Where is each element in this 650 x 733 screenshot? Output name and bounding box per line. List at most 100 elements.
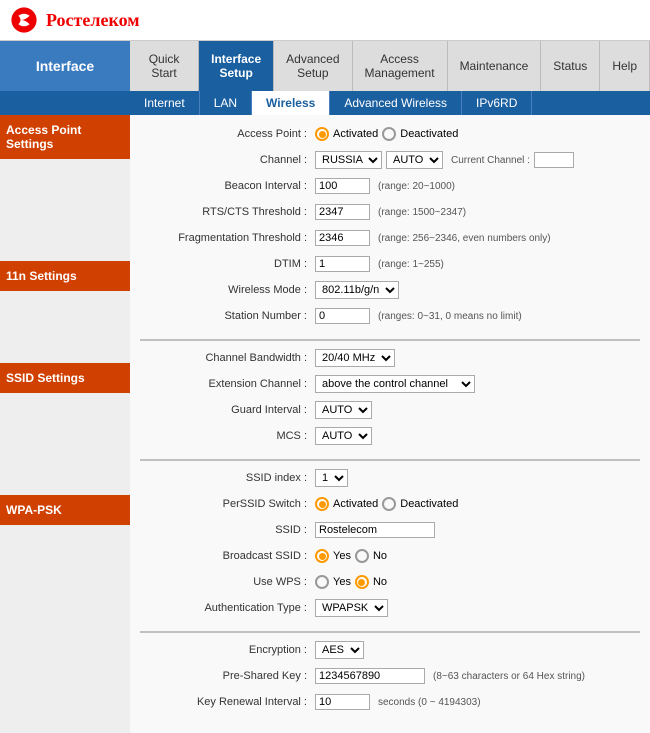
label-perssid-activated: Activated: [333, 498, 378, 510]
label-frag-threshold: Fragmentation Threshold :: [140, 232, 315, 244]
value-wireless-mode: 802.11b/g/n: [315, 281, 399, 299]
input-station-number[interactable]: [315, 308, 370, 324]
nav-quick-start[interactable]: Quick Start: [130, 41, 199, 91]
row-ssid-index: SSID index : 1: [140, 467, 640, 489]
label-wps-yes: Yes: [333, 576, 351, 588]
input-frag-threshold[interactable]: [315, 230, 370, 246]
label-key-renewal: Key Renewal Interval :: [140, 696, 315, 708]
label-perssid-switch: PerSSID Switch :: [140, 498, 315, 510]
top-nav: Interface Quick Start InterfaceSetup Adv…: [0, 41, 650, 91]
logo-icon: [10, 6, 38, 34]
label-ssid-index: SSID index :: [140, 472, 315, 484]
value-broadcast-ssid: Yes No: [315, 549, 387, 563]
11n-section: Channel Bandwidth : 20/40 MHz Extension …: [140, 347, 640, 447]
radio-broadcast-yes-btn[interactable]: [315, 549, 329, 563]
select-channel-country[interactable]: RUSSIA: [315, 151, 382, 169]
wpa-psk-section: Encryption : AES Pre-Shared Key : (8~63 …: [140, 639, 640, 713]
row-mcs: MCS : AUTO: [140, 425, 640, 447]
subnav-internet[interactable]: Internet: [130, 91, 200, 115]
label-dtim: DTIM :: [140, 258, 315, 270]
row-channel: Channel : RUSSIA AUTO Current Channel :: [140, 149, 640, 171]
label-auth-type: Authentication Type :: [140, 602, 315, 614]
input-rts-threshold[interactable]: [315, 204, 370, 220]
select-extension-channel[interactable]: above the control channel: [315, 375, 475, 393]
nav-status[interactable]: Status: [541, 41, 600, 91]
input-pre-shared-key[interactable]: [315, 668, 425, 684]
hint-rts-threshold: (range: 1500~2347): [378, 207, 466, 218]
value-beacon-interval: (range: 20~1000): [315, 178, 455, 194]
access-point-section: Access Point : Activated Deactivated Cha…: [140, 123, 640, 327]
hint-station-number: (ranges: 0~31, 0 means no limit): [378, 311, 522, 322]
input-current-channel[interactable]: [534, 152, 574, 168]
row-encryption: Encryption : AES: [140, 639, 640, 661]
sidebar-access-point-settings[interactable]: Access Point Settings: [0, 115, 130, 159]
value-key-renewal: seconds (0 ~ 4194303): [315, 694, 481, 710]
label-wps-no: No: [373, 576, 387, 588]
value-channel-bandwidth: 20/40 MHz: [315, 349, 395, 367]
select-wireless-mode[interactable]: 802.11b/g/n: [315, 281, 399, 299]
nav-items: Quick Start InterfaceSetup AdvancedSetup…: [130, 41, 650, 91]
radio-activated-btn[interactable]: [315, 127, 329, 141]
select-mcs[interactable]: AUTO: [315, 427, 372, 445]
subnav-advanced-wireless[interactable]: Advanced Wireless: [330, 91, 462, 115]
subnav-lan[interactable]: LAN: [200, 91, 252, 115]
row-ssid: SSID :: [140, 519, 640, 541]
label-broadcast-ssid: Broadcast SSID :: [140, 550, 315, 562]
nav-access-management[interactable]: AccessManagement: [353, 41, 448, 91]
label-guard-interval: Guard Interval :: [140, 404, 315, 416]
input-dtim[interactable]: [315, 256, 370, 272]
select-encryption[interactable]: AES: [315, 641, 364, 659]
divider-2: [140, 459, 640, 461]
radio-wps-no-btn[interactable]: [355, 575, 369, 589]
row-access-point: Access Point : Activated Deactivated: [140, 123, 640, 145]
select-guard-interval[interactable]: AUTO: [315, 401, 372, 419]
row-broadcast-ssid: Broadcast SSID : Yes No: [140, 545, 640, 567]
row-station-number: Station Number : (ranges: 0~31, 0 means …: [140, 305, 640, 327]
nav-advanced-setup[interactable]: AdvancedSetup: [274, 41, 352, 91]
divider-3: [140, 631, 640, 633]
logo-text: Ростелеком: [46, 10, 140, 31]
nav-sidebar-label: Interface: [0, 41, 130, 91]
value-use-wps: Yes No: [315, 575, 387, 589]
sub-nav: Internet LAN Wireless Advanced Wireless …: [0, 91, 650, 115]
hint-dtim: (range: 1~255): [378, 259, 444, 270]
hint-frag-threshold: (range: 256~2346, even numbers only): [378, 233, 551, 244]
row-guard-interval: Guard Interval : AUTO: [140, 399, 640, 421]
label-rts-threshold: RTS/CTS Threshold :: [140, 206, 315, 218]
input-ssid[interactable]: [315, 522, 435, 538]
select-channel-bandwidth[interactable]: 20/40 MHz: [315, 349, 395, 367]
row-key-renewal: Key Renewal Interval : seconds (0 ~ 4194…: [140, 691, 640, 713]
radio-broadcast-no-btn[interactable]: [355, 549, 369, 563]
radio-deactivated-btn[interactable]: [382, 127, 396, 141]
row-frag-threshold: Fragmentation Threshold : (range: 256~23…: [140, 227, 640, 249]
select-auth-type[interactable]: WPAPSK: [315, 599, 388, 617]
row-auth-type: Authentication Type : WPAPSK: [140, 597, 640, 619]
label-encryption: Encryption :: [140, 644, 315, 656]
value-station-number: (ranges: 0~31, 0 means no limit): [315, 308, 522, 324]
radio-wps-yes-btn[interactable]: [315, 575, 329, 589]
select-ssid-index[interactable]: 1: [315, 469, 348, 487]
label-beacon-interval: Beacon Interval :: [140, 180, 315, 192]
sidebar-wpa-psk[interactable]: WPA-PSK: [0, 495, 130, 525]
subnav-wireless[interactable]: Wireless: [252, 91, 330, 115]
radio-perssid-activated-btn[interactable]: [315, 497, 329, 511]
row-perssid-switch: PerSSID Switch : Activated Deactivated: [140, 493, 640, 515]
nav-interface-setup[interactable]: InterfaceSetup: [199, 41, 274, 91]
select-channel-auto[interactable]: AUTO: [386, 151, 443, 169]
sidebar-ssid-settings[interactable]: SSID Settings: [0, 363, 130, 393]
label-extension-channel: Extension Channel :: [140, 378, 315, 390]
row-beacon-interval: Beacon Interval : (range: 20~1000): [140, 175, 640, 197]
value-frag-threshold: (range: 256~2346, even numbers only): [315, 230, 551, 246]
input-key-renewal[interactable]: [315, 694, 370, 710]
label-pre-shared-key: Pre-Shared Key :: [140, 670, 315, 682]
value-channel: RUSSIA AUTO Current Channel :: [315, 151, 574, 169]
nav-maintenance[interactable]: Maintenance: [448, 41, 542, 91]
content: Access Point : Activated Deactivated Cha…: [130, 115, 650, 733]
nav-help[interactable]: Help: [600, 41, 650, 91]
label-broadcast-no: No: [373, 550, 387, 562]
subnav-ipv6rd[interactable]: IPv6RD: [462, 91, 532, 115]
sidebar-11n-settings[interactable]: 11n Settings: [0, 261, 130, 291]
input-beacon-interval[interactable]: [315, 178, 370, 194]
radio-perssid-deactivated-btn[interactable]: [382, 497, 396, 511]
ssid-section: SSID index : 1 PerSSID Switch : Activate…: [140, 467, 640, 619]
